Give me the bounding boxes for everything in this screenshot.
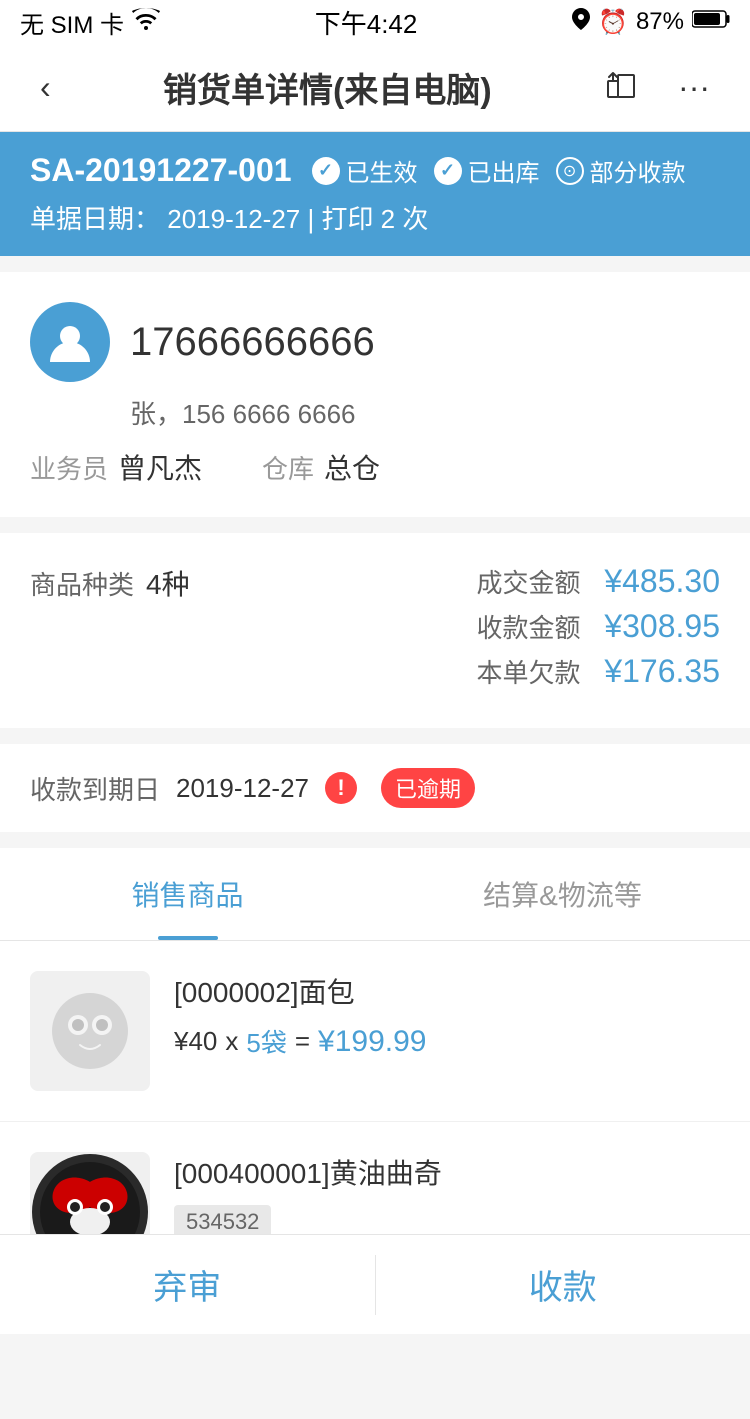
overdue-icon: ! xyxy=(325,772,357,804)
collect-button[interactable]: 收款 xyxy=(376,1235,750,1334)
battery-text: 87% xyxy=(636,8,684,36)
tab-sales-products[interactable]: 销售商品 xyxy=(0,848,375,940)
type-value: 4种 xyxy=(146,563,190,603)
amount-value: ¥485.30 xyxy=(604,563,720,599)
tabs-section: 销售商品 结算&物流等 xyxy=(0,848,750,941)
order-id-row: SA-20191227-001 ✓ 已生效 ✓ 已出库 ⊙ 部分收款 xyxy=(30,152,720,189)
location-icon xyxy=(572,8,590,37)
product-price-base-1: ¥40 xyxy=(174,1026,217,1057)
tag-shipped: ✓ 已出库 xyxy=(434,153,540,188)
abandon-button[interactable]: 弃审 xyxy=(0,1235,375,1334)
nav-actions: ··· xyxy=(594,57,720,119)
check-icon-effective: ✓ xyxy=(312,157,340,185)
owed-row: 本单欠款 ¥176.35 xyxy=(477,653,720,690)
battery-icon xyxy=(692,8,730,36)
sales-person: 业务员 曾凡杰 xyxy=(30,447,202,487)
print-info: | 打印 2 次 xyxy=(307,204,428,234)
check-icon-shipped: ✓ xyxy=(434,157,462,185)
order-id: SA-20191227-001 xyxy=(30,152,292,189)
tab-settlement-label: 结算&物流等 xyxy=(483,880,642,911)
customer-contact: 张，156 6666 6666 xyxy=(30,394,720,431)
amount-row: 成交金额 ¥485.30 xyxy=(477,563,720,600)
sim-status: 无 SIM 卡 xyxy=(20,5,124,40)
status-left: 无 SIM 卡 xyxy=(20,5,160,40)
warehouse-label: 仓库 xyxy=(262,449,314,486)
sales-value: 曾凡杰 xyxy=(118,447,202,487)
product-name-2: [000400001]黄油曲奇 xyxy=(174,1152,720,1192)
status-right: ⏰ 87% xyxy=(572,8,730,37)
tab-sales-label: 销售商品 xyxy=(131,880,243,911)
bottom-spacer xyxy=(0,1319,750,1419)
received-row: 收款金额 ¥308.95 xyxy=(477,608,720,645)
amount-label: 成交金额 xyxy=(477,568,581,598)
status-bar: 无 SIM 卡 下午4:42 ⏰ 87% xyxy=(0,0,750,44)
product-thumb-placeholder-1 xyxy=(30,971,150,1091)
stats-left: 商品种类 4种 xyxy=(30,563,190,698)
type-label: 商品种类 xyxy=(30,565,134,602)
bottom-actions: 弃审 收款 xyxy=(0,1234,750,1334)
wifi-icon xyxy=(132,8,160,37)
product-type-row: 商品种类 4种 xyxy=(30,563,190,603)
tag-shipped-label: 已出库 xyxy=(468,153,540,188)
product-price-row-1: ¥40 x 5袋 = ¥199.99 xyxy=(174,1023,720,1060)
order-date-row: 单据日期： 2019-12-27 | 打印 2 次 xyxy=(30,199,720,236)
collect-label: 收款 xyxy=(529,1260,597,1309)
abandon-label: 弃审 xyxy=(153,1260,221,1309)
sales-label: 业务员 xyxy=(30,449,108,486)
more-button[interactable]: ··· xyxy=(668,59,720,116)
page-title: 销货单详情(来自电脑) xyxy=(163,63,492,112)
product-name-1: [0000002]面包 xyxy=(174,971,720,1011)
product-item-1: [0000002]面包 ¥40 x 5袋 = ¥199.99 xyxy=(0,941,750,1122)
tab-settlement[interactable]: 结算&物流等 xyxy=(375,848,750,940)
tag-effective: ✓ 已生效 xyxy=(312,153,418,188)
received-value: ¥308.95 xyxy=(604,608,720,644)
price-cross-1: x xyxy=(225,1026,238,1057)
price-eq-1: = xyxy=(295,1026,310,1057)
nav-bar: ‹ 销货单详情(来自电脑) ··· xyxy=(0,44,750,132)
tag-effective-label: 已生效 xyxy=(346,153,418,188)
product-price-total-1: ¥199.99 xyxy=(318,1025,426,1059)
tabs-row: 销售商品 结算&物流等 xyxy=(0,848,750,941)
product-price-qty-1: 5袋 xyxy=(246,1023,286,1060)
share-button[interactable] xyxy=(594,57,648,119)
customer-section: 17666666666 张，156 6666 6666 业务员 曾凡杰 仓库 总… xyxy=(0,272,750,517)
due-date-section: 收款到期日 2019-12-27 ! 已逾期 xyxy=(0,744,750,832)
tag-partial-label: 部分收款 xyxy=(590,153,686,188)
order-date: 2019-12-27 xyxy=(167,204,300,234)
due-date-value: 2019-12-27 xyxy=(176,773,309,804)
alarm-icon: ⏰ xyxy=(598,8,628,37)
date-label: 单据日期： xyxy=(30,204,160,234)
order-tags: ✓ 已生效 ✓ 已出库 ⊙ 部分收款 xyxy=(312,153,686,188)
tag-partial: ⊙ 部分收款 xyxy=(556,153,686,188)
warehouse: 仓库 总仓 xyxy=(262,447,380,487)
received-label: 收款金额 xyxy=(477,613,581,643)
due-label: 收款到期日 xyxy=(30,770,160,807)
product-thumb-1 xyxy=(30,971,150,1091)
overdue-badge: 已逾期 xyxy=(381,768,475,808)
customer-name: 17666666666 xyxy=(130,320,375,365)
customer-meta: 业务员 曾凡杰 仓库 总仓 xyxy=(30,447,720,487)
warehouse-value: 总仓 xyxy=(324,447,380,487)
back-button[interactable]: ‹ xyxy=(30,59,61,116)
stats-section: 商品种类 4种 成交金额 ¥485.30 收款金额 ¥308.95 本单欠款 ¥… xyxy=(0,533,750,728)
avatar xyxy=(30,302,110,382)
product-info-1: [0000002]面包 ¥40 x 5袋 = ¥199.99 xyxy=(174,971,720,1060)
owed-label: 本单欠款 xyxy=(477,658,581,688)
customer-row: 17666666666 xyxy=(30,302,720,382)
stats-right: 成交金额 ¥485.30 收款金额 ¥308.95 本单欠款 ¥176.35 xyxy=(477,563,720,698)
status-time: 下午4:42 xyxy=(315,4,418,41)
clock-icon: ⊙ xyxy=(556,157,584,185)
owed-value: ¥176.35 xyxy=(604,653,720,689)
order-header: SA-20191227-001 ✓ 已生效 ✓ 已出库 ⊙ 部分收款 单据日期：… xyxy=(0,132,750,256)
